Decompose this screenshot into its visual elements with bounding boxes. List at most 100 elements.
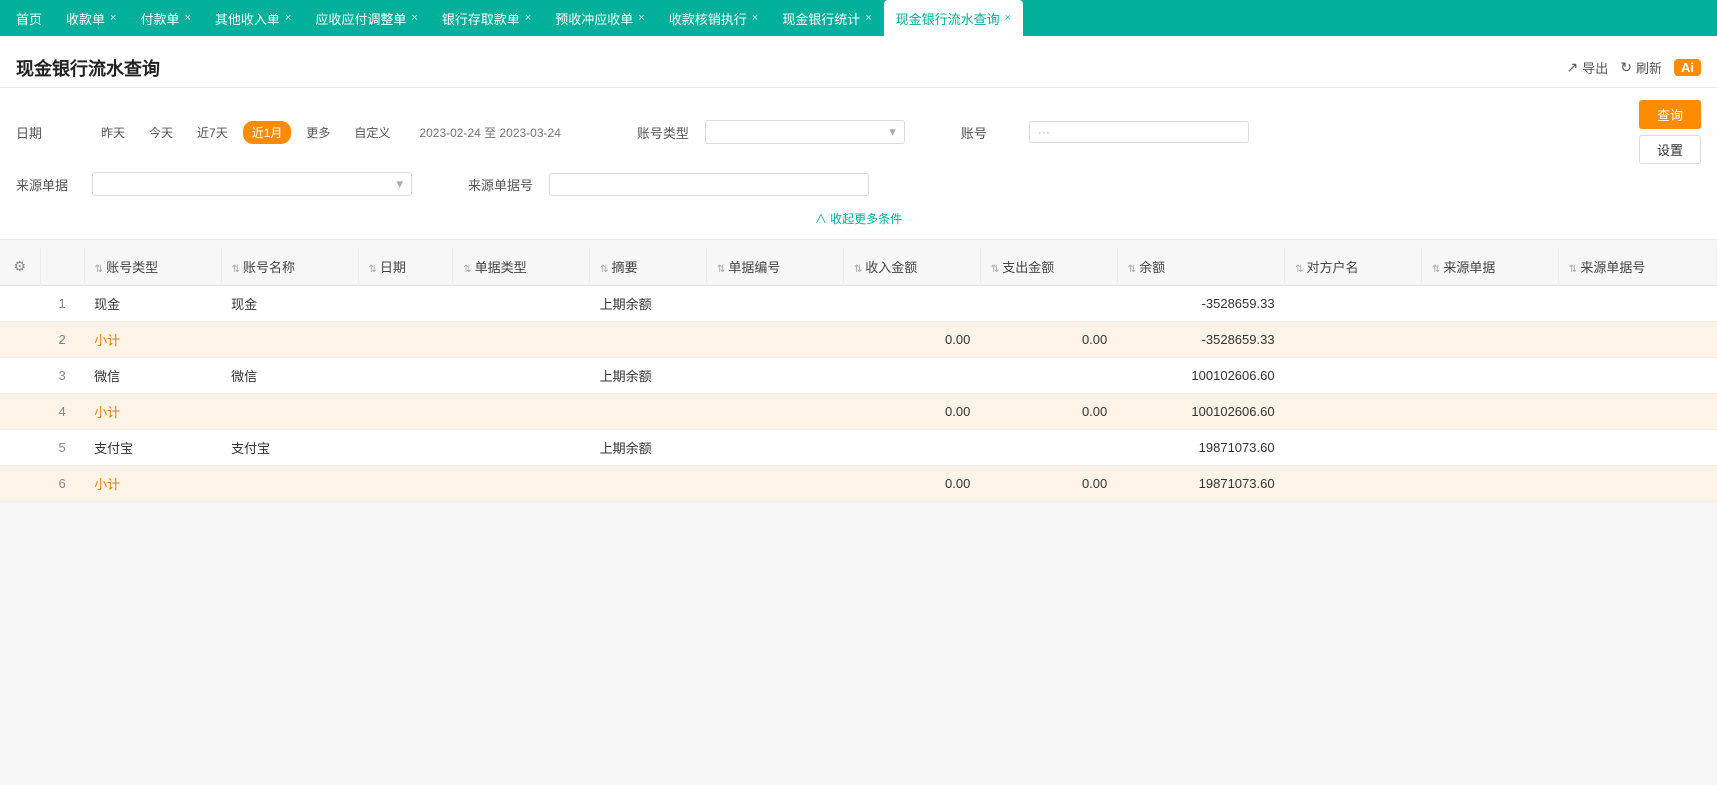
nav-tab-receipt-verify-close[interactable]: × <box>752 12 758 24</box>
cell-accountType: 现金 <box>84 286 221 322</box>
cell-docNo <box>706 358 843 394</box>
cell-expense <box>980 286 1117 322</box>
table-row: 5支付宝支付宝上期余额19871073.60 <box>0 430 1717 466</box>
date-btn-custom[interactable]: 自定义 <box>345 121 399 144</box>
col-doc-no[interactable]: ⇅单据编号 <box>706 248 843 286</box>
cell-accountType: 微信 <box>84 358 221 394</box>
date-btn-more[interactable]: 更多 <box>297 121 339 144</box>
cell-date <box>358 358 453 394</box>
cell-sourceDoc <box>1422 394 1559 430</box>
col-counterpart[interactable]: ⇅对方户名 <box>1285 248 1422 286</box>
date-range-display: 2023-02-24 至 2023-03-24 <box>419 124 560 141</box>
nav-tab-receipt-close[interactable]: × <box>110 12 116 24</box>
nav-tab-bank-deposit[interactable]: 银行存取款单 × <box>430 0 543 36</box>
cell-accountName: 现金 <box>221 286 358 322</box>
filter-row-date: 日期 昨天 今天 近7天 近1月 更多 自定义 2023-02-24 至 202… <box>16 100 1701 164</box>
col-date[interactable]: ⇅日期 <box>358 248 453 286</box>
cell-rownum: 5 <box>40 430 84 466</box>
cell-docNo <box>706 430 843 466</box>
nav-tab-receipt-verify[interactable]: 收款核销执行 × <box>657 0 770 36</box>
cell-date <box>358 430 453 466</box>
cell-balance: 100102606.60 <box>1117 358 1284 394</box>
export-button[interactable]: ↗ 导出 <box>1567 58 1609 77</box>
cell-rownum: 6 <box>40 466 84 502</box>
nav-tab-ar-ap-adjust-close[interactable]: × <box>411 12 417 24</box>
nav-tab-cash-bank-stats-close[interactable]: × <box>865 12 871 24</box>
cell-summary <box>590 466 707 502</box>
nav-tab-ar-ap-adjust[interactable]: 应收应付调整单 × <box>303 0 429 36</box>
settings-button[interactable]: 设置 <box>1639 135 1701 164</box>
cell-sourceDocNo <box>1558 358 1716 394</box>
account-input[interactable]: ··· <box>1029 121 1249 143</box>
nav-tab-other-income-close[interactable]: × <box>285 12 291 24</box>
nav-tab-payment[interactable]: 付款单 × <box>128 0 202 36</box>
col-rownum <box>40 248 84 286</box>
nav-tab-cash-bank-flow[interactable]: 现金银行流水查询 × <box>884 0 1023 36</box>
nav-tab-other-income[interactable]: 其他收入单 × <box>203 0 303 36</box>
cell-balance: -3528659.33 <box>1117 322 1284 358</box>
col-doc-type[interactable]: ⇅单据类型 <box>453 248 590 286</box>
cell-accountType: 支付宝 <box>84 430 221 466</box>
table-body: 1现金现金上期余额-3528659.332小计0.000.00-3528659.… <box>0 286 1717 502</box>
date-btn-yesterday[interactable]: 昨天 <box>92 121 134 144</box>
export-label: 导出 <box>1582 58 1608 77</box>
nav-tab-other-income-label: 其他收入单 <box>215 9 280 28</box>
col-source-doc-no[interactable]: ⇅来源单据号 <box>1558 248 1716 286</box>
cell-gear <box>0 466 40 502</box>
nav-tab-prepay-offset-close[interactable]: × <box>638 12 644 24</box>
cell-income: 0.00 <box>843 394 980 430</box>
nav-tab-cash-bank-stats[interactable]: 现金银行统计 × <box>770 0 883 36</box>
action-buttons: 查询 设置 <box>1639 100 1701 164</box>
col-source-doc[interactable]: ⇅来源单据 <box>1422 248 1559 286</box>
cell-docNo <box>706 394 843 430</box>
account-type-select[interactable]: ▾ <box>705 120 905 144</box>
nav-tab-payment-close[interactable]: × <box>184 12 190 24</box>
col-account-type[interactable]: ⇅账号类型 <box>84 248 221 286</box>
table-row: 6小计0.000.0019871073.60 <box>0 466 1717 502</box>
col-expense[interactable]: ⇅支出金额 <box>980 248 1117 286</box>
source-doc-chevron: ▾ <box>396 176 403 192</box>
nav-tab-cash-bank-flow-close[interactable]: × <box>1005 12 1011 24</box>
filter-area: 日期 昨天 今天 近7天 近1月 更多 自定义 2023-02-24 至 202… <box>0 88 1717 240</box>
nav-tab-receipt[interactable]: 收款单 × <box>54 0 128 36</box>
refresh-button[interactable]: ↻ 刷新 <box>1620 58 1662 77</box>
date-btn-1month[interactable]: 近1月 <box>243 121 292 144</box>
account-filter: 账号 ··· <box>961 121 1249 143</box>
cell-counterpart <box>1285 358 1422 394</box>
export-icon: ↗ <box>1567 59 1579 76</box>
col-income[interactable]: ⇅收入金额 <box>843 248 980 286</box>
query-button[interactable]: 查询 <box>1639 100 1701 129</box>
col-account-name[interactable]: ⇅账号名称 <box>221 248 358 286</box>
nav-tab-home-label: 首页 <box>16 9 42 28</box>
cell-accountName <box>221 466 358 502</box>
date-btn-7days[interactable]: 近7天 <box>188 121 237 144</box>
nav-tab-cash-bank-stats-label: 现金银行统计 <box>782 9 860 28</box>
cell-summary: 上期余额 <box>590 430 707 466</box>
cell-counterpart <box>1285 466 1422 502</box>
nav-tab-home[interactable]: 首页 <box>4 0 54 36</box>
cell-docType <box>453 286 590 322</box>
cell-accountName <box>221 394 358 430</box>
cell-docType <box>453 466 590 502</box>
gear-icon[interactable]: ⚙ <box>13 258 26 274</box>
col-balance[interactable]: ⇅余额 <box>1117 248 1284 286</box>
date-options: 昨天 今天 近7天 近1月 更多 自定义 <box>92 121 399 144</box>
source-doc-no-input[interactable] <box>549 173 869 196</box>
date-filter-label: 日期 <box>16 123 76 142</box>
ai-button[interactable]: Ai <box>1674 59 1701 76</box>
source-doc-no-field[interactable] <box>558 177 860 192</box>
source-doc-select[interactable]: ▾ <box>92 172 412 196</box>
col-summary[interactable]: ⇅摘要 <box>590 248 707 286</box>
nav-tab-bank-deposit-close[interactable]: × <box>525 12 531 24</box>
date-btn-today[interactable]: 今天 <box>140 121 182 144</box>
top-nav: 首页 收款单 × 付款单 × 其他收入单 × 应收应付调整单 × 银行存取款单 … <box>0 0 1717 36</box>
nav-tab-ar-ap-adjust-label: 应收应付调整单 <box>315 9 406 28</box>
account-type-label: 账号类型 <box>637 123 697 142</box>
cell-sourceDocNo <box>1558 394 1716 430</box>
nav-tab-prepay-offset[interactable]: 预收冲应收单 × <box>543 0 656 36</box>
account-type-chevron: ▾ <box>889 124 896 140</box>
cell-sourceDocNo <box>1558 466 1716 502</box>
cell-income <box>843 286 980 322</box>
cell-sourceDoc <box>1422 358 1559 394</box>
collapse-bar[interactable]: ∧ 收起更多条件 <box>16 204 1701 227</box>
